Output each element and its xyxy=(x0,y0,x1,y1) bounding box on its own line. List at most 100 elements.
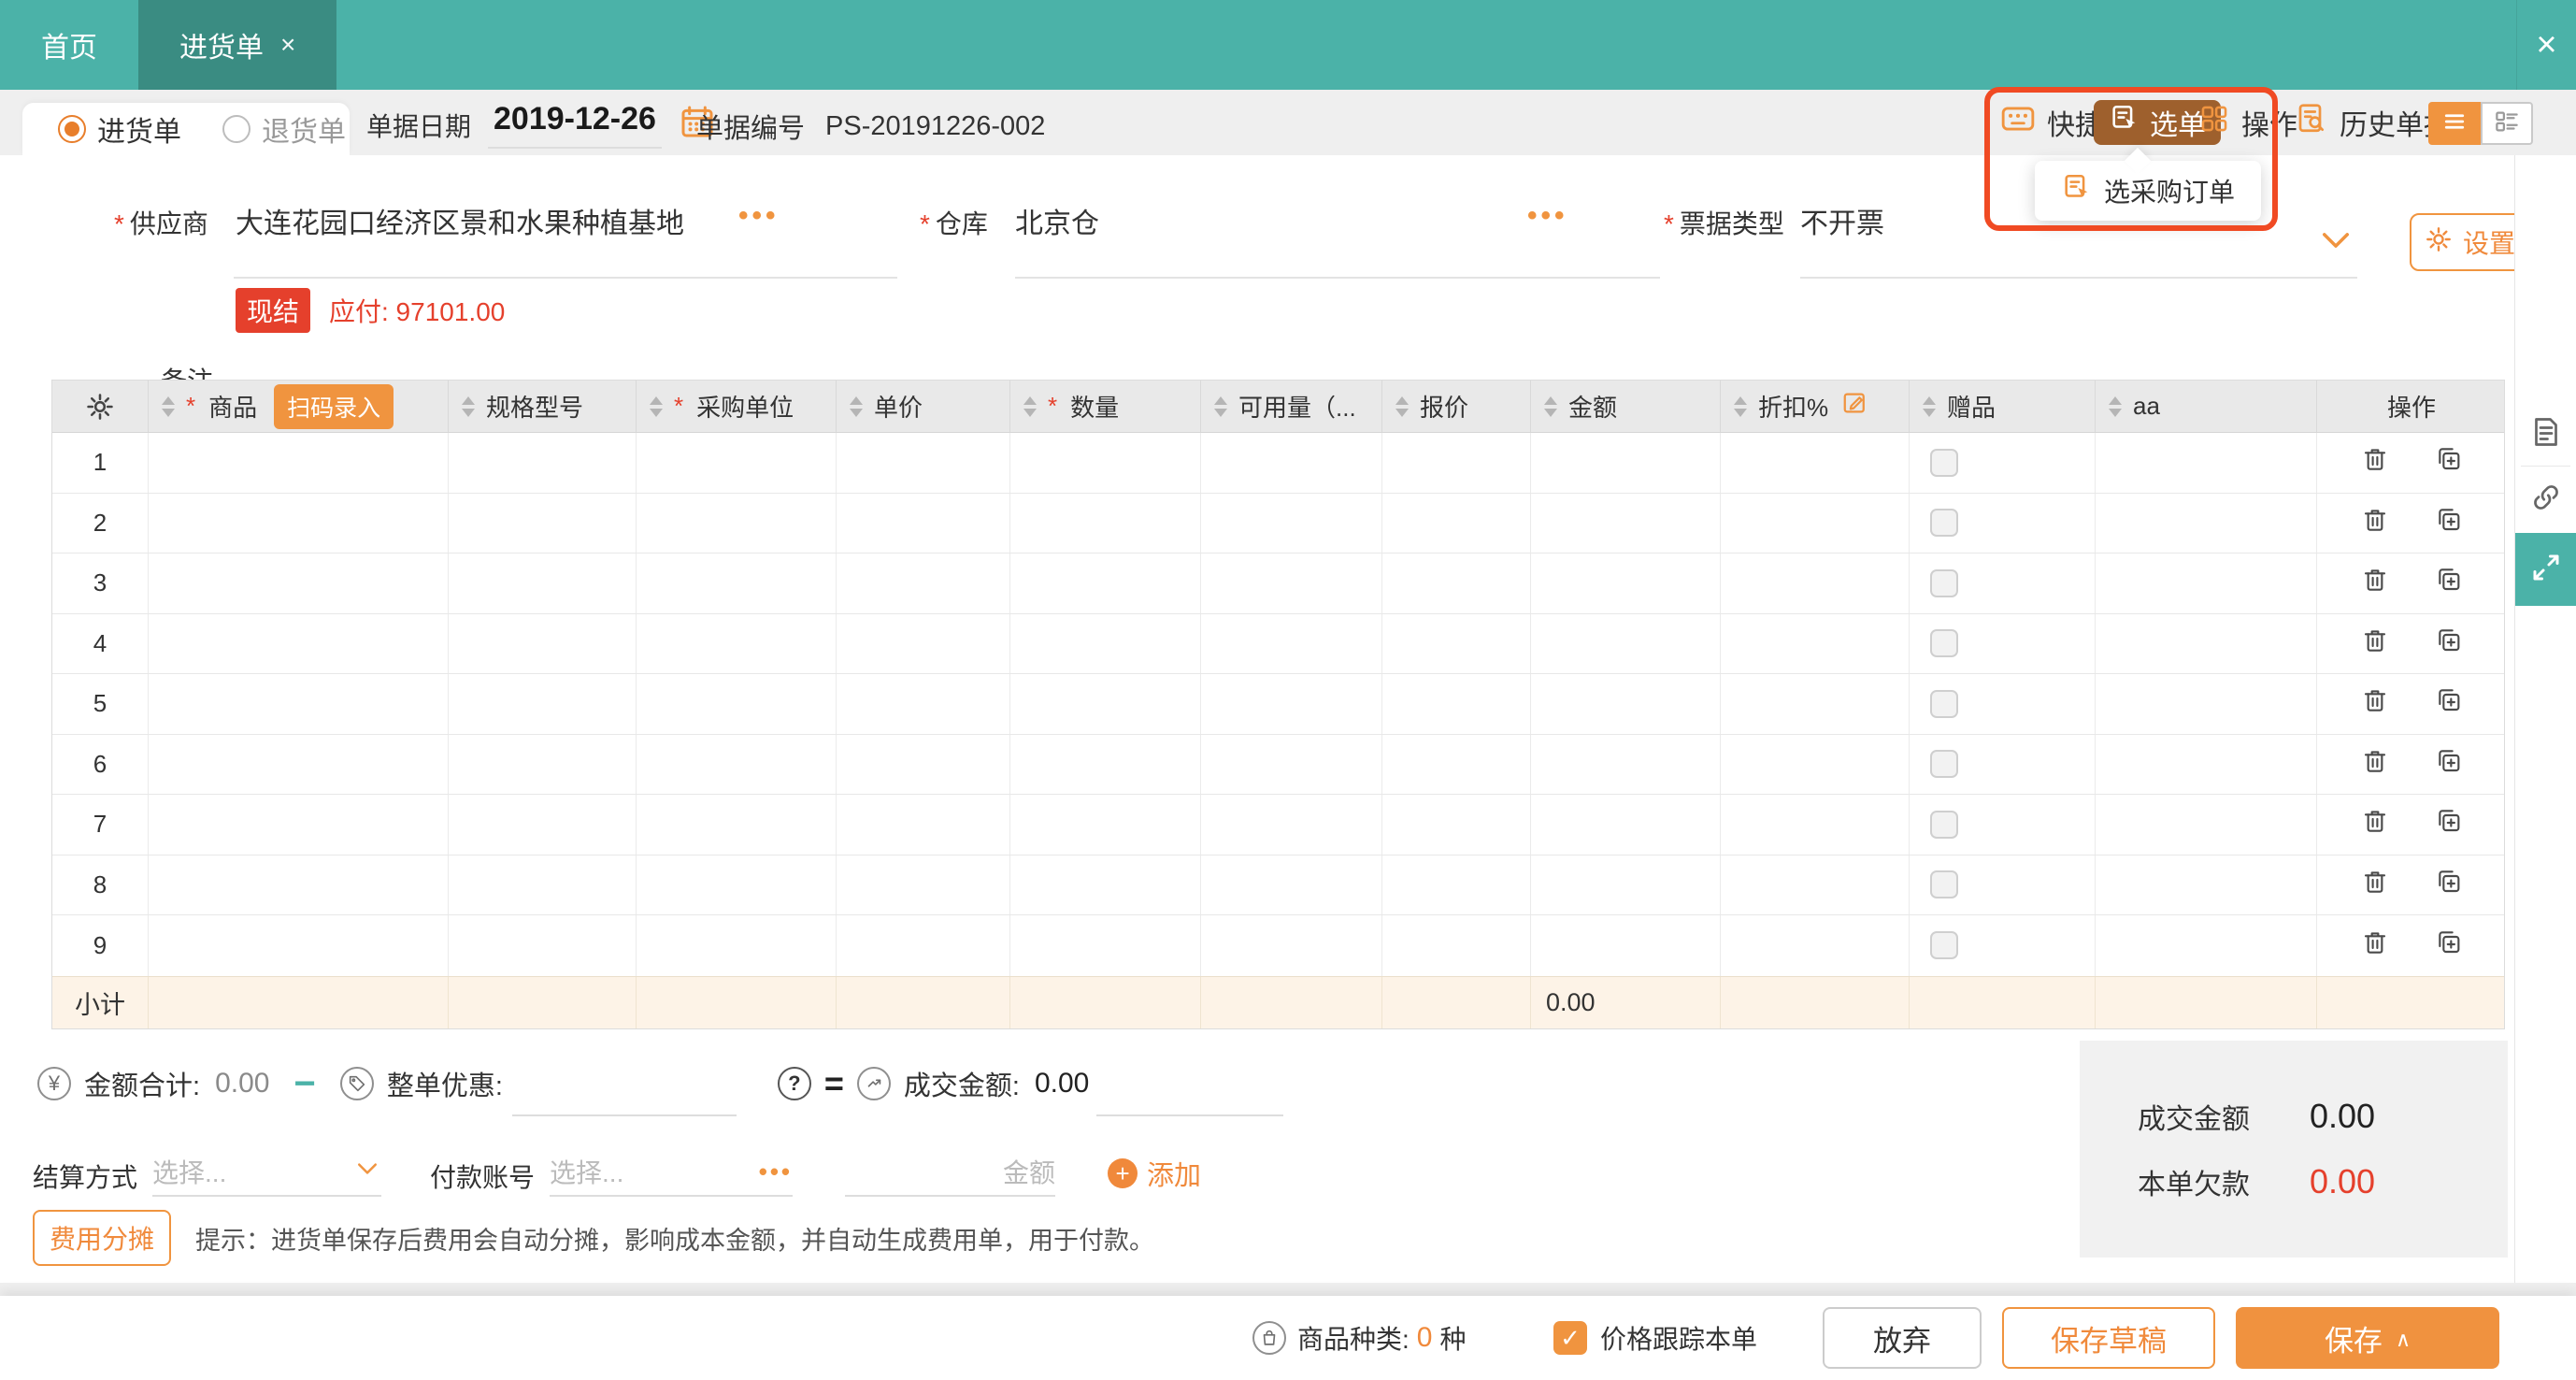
select-purchase-order-menu-item[interactable]: 选采购订单 xyxy=(2035,161,2261,221)
edit-icon[interactable] xyxy=(1841,389,1869,424)
trash-icon[interactable] xyxy=(2360,867,2390,903)
table-cell[interactable] xyxy=(2096,915,2317,976)
col-purchase-unit[interactable]: * 采购单位 xyxy=(637,381,837,432)
tab-close-icon[interactable]: × xyxy=(280,30,295,60)
supplier-picker-ellipsis[interactable]: ••• xyxy=(738,200,780,232)
table-cell[interactable] xyxy=(1201,855,1382,914)
table-cell[interactable] xyxy=(1531,613,1721,673)
table-cell[interactable] xyxy=(449,795,637,855)
table-cell[interactable] xyxy=(1382,613,1531,673)
table-cell[interactable] xyxy=(837,493,1010,553)
table-cell[interactable] xyxy=(1010,493,1201,553)
save-draft-button[interactable]: 保存草稿 xyxy=(2002,1307,2215,1369)
table-cell[interactable] xyxy=(149,613,449,673)
table-cell[interactable] xyxy=(1382,493,1531,553)
table-cell[interactable] xyxy=(1721,493,1910,553)
copy-add-icon[interactable] xyxy=(2433,444,2463,481)
table-cell[interactable] xyxy=(1910,855,2096,914)
table-cell[interactable] xyxy=(1010,674,1201,734)
table-cell[interactable] xyxy=(1910,674,2096,734)
fee-share-button[interactable]: 费用分摊 xyxy=(33,1210,172,1266)
table-cell[interactable] xyxy=(1382,734,1531,794)
table-cell[interactable] xyxy=(449,855,637,914)
gift-checkbox[interactable] xyxy=(1930,689,1958,718)
order-discount-input[interactable] xyxy=(511,1073,737,1116)
col-discount[interactable]: 折扣% xyxy=(1721,381,1910,432)
col-quantity[interactable]: * 数量 xyxy=(1010,381,1201,432)
table-cell[interactable] xyxy=(1531,553,1721,613)
col-aa[interactable]: aa xyxy=(2096,381,2317,432)
settings-button[interactable]: 设置 xyxy=(2410,213,2529,271)
table-cell[interactable] xyxy=(637,433,837,493)
table-cell[interactable] xyxy=(449,915,637,976)
scan-entry-button[interactable]: 扫码录入 xyxy=(274,383,394,429)
gift-checkbox[interactable] xyxy=(1930,568,1958,597)
table-cell[interactable] xyxy=(1721,553,1910,613)
table-cell[interactable] xyxy=(1531,915,1721,976)
col-spec[interactable]: 规格型号 xyxy=(449,381,637,432)
table-cell[interactable] xyxy=(449,613,637,673)
col-amount[interactable]: 金额 xyxy=(1531,381,1721,432)
add-payment-button[interactable]: + 添加 xyxy=(1108,1154,1201,1193)
copy-add-icon[interactable] xyxy=(2433,867,2463,903)
col-gift[interactable]: 赠品 xyxy=(1910,381,2096,432)
expand-button[interactable] xyxy=(2515,533,2576,606)
table-cell[interactable] xyxy=(2096,795,2317,855)
col-product[interactable]: * 商品 扫码录入 xyxy=(149,381,449,432)
table-cell[interactable] xyxy=(149,795,449,855)
table-cell[interactable] xyxy=(1382,795,1531,855)
invoice-type-value[interactable]: 不开票 xyxy=(1800,200,1884,241)
table-cell[interactable] xyxy=(637,493,837,553)
table-cell[interactable] xyxy=(1721,613,1910,673)
trash-icon[interactable] xyxy=(2360,505,2390,541)
trash-icon[interactable] xyxy=(2360,565,2390,601)
col-unit-price[interactable]: 单价 xyxy=(837,381,1010,432)
table-cell[interactable] xyxy=(2317,553,2506,613)
table-cell[interactable] xyxy=(1201,795,1382,855)
table-cell[interactable] xyxy=(149,433,449,493)
table-cell[interactable] xyxy=(2096,493,2317,553)
table-cell[interactable] xyxy=(1721,795,1910,855)
table-cell[interactable] xyxy=(1721,915,1910,976)
sort-icon[interactable] xyxy=(462,395,475,417)
table-cell[interactable] xyxy=(1531,674,1721,734)
gift-checkbox[interactable] xyxy=(1930,750,1958,779)
table-cell[interactable] xyxy=(637,734,837,794)
table-cell[interactable] xyxy=(2317,915,2506,976)
table-cell[interactable] xyxy=(2096,674,2317,734)
table-cell[interactable] xyxy=(149,734,449,794)
table-cell[interactable] xyxy=(1910,553,2096,613)
warehouse-value[interactable]: 北京仓 xyxy=(1015,200,1099,241)
table-cell[interactable] xyxy=(1382,855,1531,914)
gift-checkbox[interactable] xyxy=(1930,448,1958,477)
tab-home[interactable]: 首页 xyxy=(0,0,138,90)
table-cell[interactable] xyxy=(2096,734,2317,794)
price-track-option[interactable]: ✓ 价格跟踪本单 xyxy=(1553,1296,1757,1380)
table-cell[interactable] xyxy=(1531,433,1721,493)
table-cell[interactable] xyxy=(1721,855,1910,914)
table-cell[interactable] xyxy=(449,553,637,613)
save-button[interactable]: 保存 ∧ xyxy=(2236,1307,2499,1369)
tab-purchase-order[interactable]: 进货单 × xyxy=(138,0,337,90)
table-cell[interactable] xyxy=(449,674,637,734)
doc-date-value[interactable]: 2019-12-26 xyxy=(488,99,662,149)
col-available[interactable]: 可用量（... xyxy=(1201,381,1382,432)
table-cell[interactable] xyxy=(1201,915,1382,976)
table-cell[interactable] xyxy=(2317,674,2506,734)
sort-icon[interactable] xyxy=(1734,395,1747,417)
account-picker-ellipsis[interactable]: ••• xyxy=(759,1157,793,1186)
table-cell[interactable] xyxy=(149,855,449,914)
card-view-button[interactable] xyxy=(2481,102,2533,145)
gift-checkbox[interactable] xyxy=(1930,931,1958,960)
copy-add-icon[interactable] xyxy=(2433,806,2463,842)
table-cell[interactable] xyxy=(449,433,637,493)
settle-method-select[interactable]: 选择... xyxy=(152,1148,382,1197)
col-quote[interactable]: 报价 xyxy=(1382,381,1531,432)
cancel-button[interactable]: 放弃 xyxy=(1823,1307,1982,1369)
table-cell[interactable] xyxy=(2096,553,2317,613)
table-cell[interactable] xyxy=(1531,734,1721,794)
table-cell[interactable] xyxy=(1201,674,1382,734)
table-cell[interactable] xyxy=(449,734,637,794)
radio-purchase[interactable]: 进货单 xyxy=(58,108,181,150)
table-cell[interactable] xyxy=(637,795,837,855)
